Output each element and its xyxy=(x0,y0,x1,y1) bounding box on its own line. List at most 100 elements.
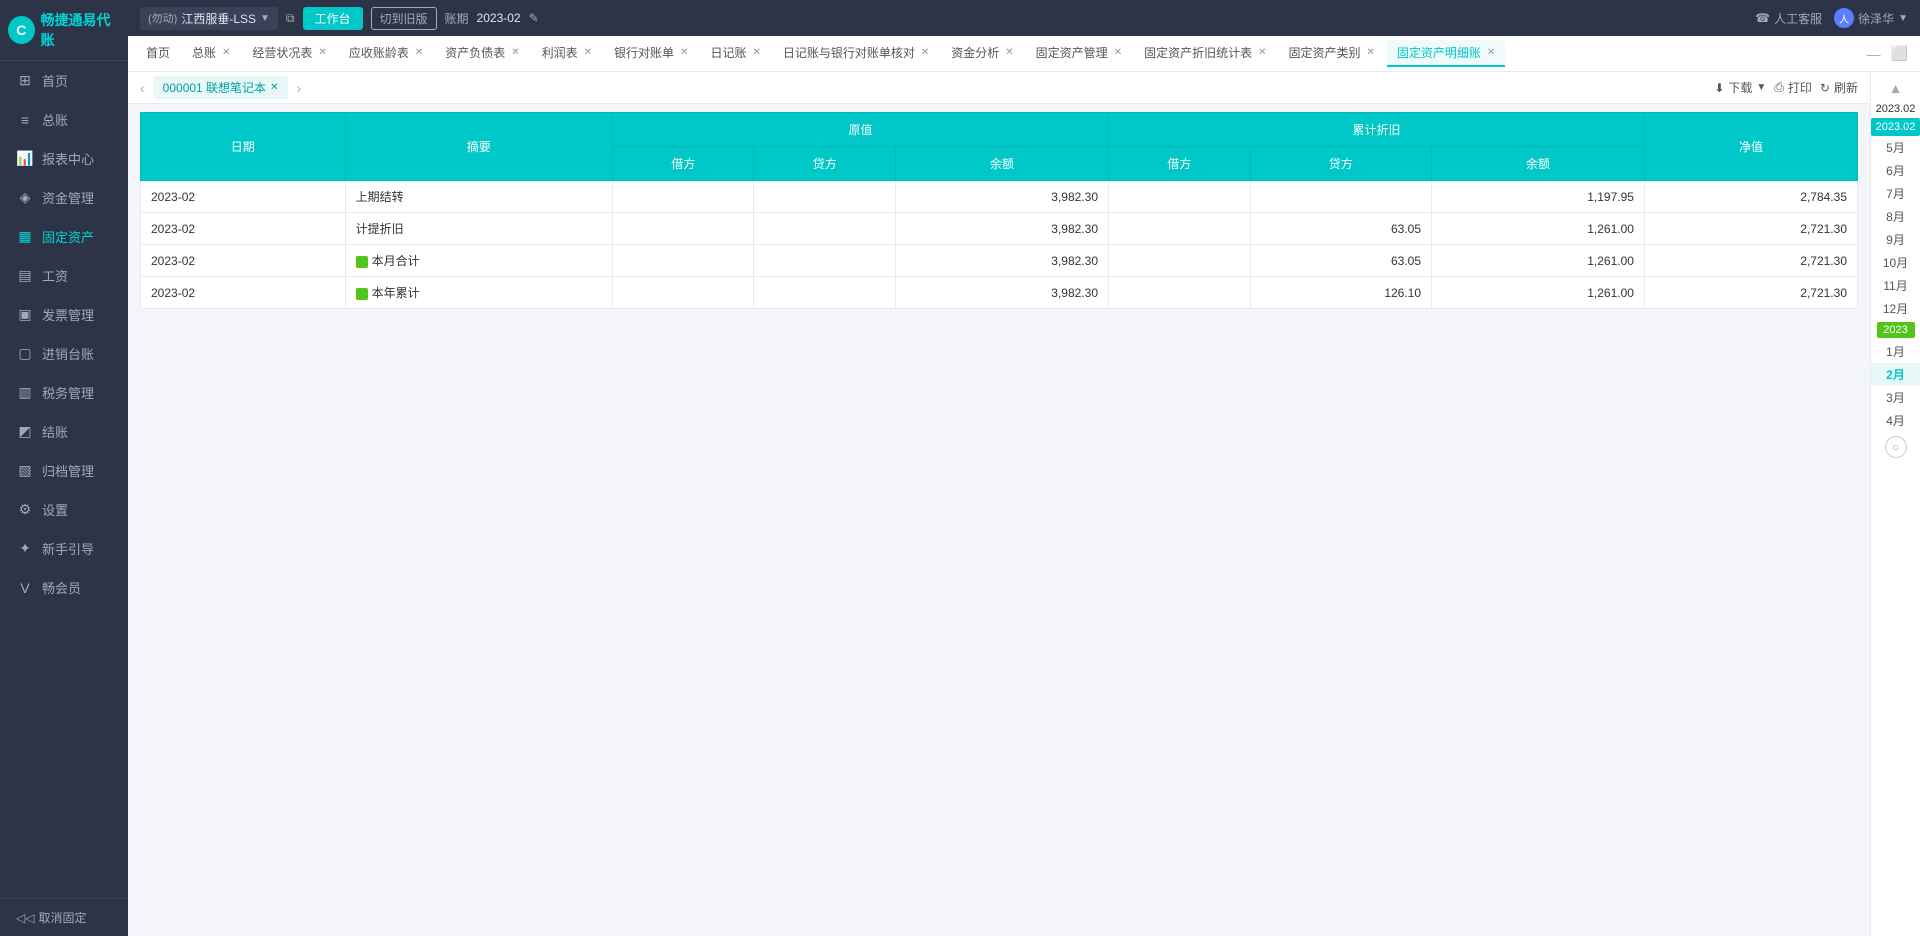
sidebar-item-tax[interactable]: ▥ 税务管理 xyxy=(0,373,128,412)
month-5[interactable]: 5月 xyxy=(1871,136,1920,159)
month-4[interactable]: 4月 xyxy=(1871,409,1920,432)
copy-icon[interactable]: ⧉ xyxy=(286,11,295,26)
sidebar-item-general[interactable]: ≡ 总账 xyxy=(0,100,128,139)
cell-desc-1: 计提折旧 xyxy=(345,213,612,245)
tab-journal-bank-close[interactable]: ✕ xyxy=(921,47,929,58)
invoice-icon: ▣ xyxy=(16,306,34,324)
cell-net-0: 2,784.35 xyxy=(1644,181,1857,213)
tab-profit-close[interactable]: ✕ xyxy=(584,47,592,58)
tab-assets[interactable]: 资产负债表 ✕ xyxy=(435,40,529,67)
month-1[interactable]: 1月 xyxy=(1871,340,1920,363)
sidebar-item-capital[interactable]: ◈ 资金管理 xyxy=(0,178,128,217)
download-icon: ⬇ xyxy=(1714,81,1724,95)
sidebar-item-payroll[interactable]: ▤ 工资 xyxy=(0,256,128,295)
tab-fixed-cat-close[interactable]: ✕ xyxy=(1367,47,1375,58)
unpin-button[interactable]: ◁◁ 取消固定 xyxy=(0,898,128,936)
download-button[interactable]: ⬇ 下载 ▼ xyxy=(1714,79,1766,96)
tab-fixed-mgmt-close[interactable]: ✕ xyxy=(1114,47,1122,58)
tab-fixed-mgmt[interactable]: 固定资产管理 ✕ xyxy=(1026,40,1132,67)
period-edit-icon[interactable]: ✎ xyxy=(529,11,539,25)
period-label: 账期 xyxy=(445,10,469,27)
tab-bank[interactable]: 银行对账单 ✕ xyxy=(604,40,698,67)
month-9[interactable]: 9月 xyxy=(1871,228,1920,251)
tab-fixed-dep-close[interactable]: ✕ xyxy=(1258,47,1266,58)
print-button[interactable]: ⎙ 打印 xyxy=(1774,79,1812,96)
tab-window-max[interactable]: ⬜ xyxy=(1887,45,1912,62)
tab-journal[interactable]: 日记账 ✕ xyxy=(700,40,770,67)
switch-button[interactable]: 切到旧版 xyxy=(371,7,437,30)
sidebar-item-label: 总账 xyxy=(42,110,68,129)
breadcrumb-text: 000001 联想笔记本 xyxy=(163,79,266,96)
right-panel-circle-btn[interactable]: ○ xyxy=(1885,436,1907,458)
company-selector[interactable]: (勿动) 江西服垂-LSS ▼ xyxy=(140,7,278,30)
sidebar-item-close[interactable]: ◩ 结账 xyxy=(0,412,128,451)
sidebar-item-settings[interactable]: ⚙ 设置 xyxy=(0,490,128,529)
tab-fixed-mgmt-label: 固定资产管理 xyxy=(1036,44,1108,61)
month-2[interactable]: 2月 xyxy=(1871,363,1920,386)
tab-fixed-cat[interactable]: 固定资产类别 ✕ xyxy=(1278,40,1384,67)
subnav-actions: ⬇ 下载 ▼ ⎙ 打印 ↻ 刷新 xyxy=(1714,79,1858,96)
tab-fixed-detail[interactable]: 固定资产明细账 ✕ xyxy=(1387,40,1505,67)
tab-general-close[interactable]: ✕ xyxy=(222,47,230,58)
sidebar-item-archive[interactable]: ▧ 归档管理 xyxy=(0,451,128,490)
tab-receivable-label: 应收账龄表 xyxy=(349,44,409,61)
th-net: 净值 xyxy=(1644,113,1857,181)
subnav: ‹ 000001 联想笔记本 ✕ › ⬇ 下载 ▼ ⎙ 打印 xyxy=(128,72,1870,104)
sidebar-item-label: 进销台账 xyxy=(42,344,94,363)
month-7[interactable]: 7月 xyxy=(1871,182,1920,205)
cell-dep-debit-2 xyxy=(1109,245,1251,277)
tab-capital-close[interactable]: ✕ xyxy=(1005,47,1013,58)
tab-operation-close[interactable]: ✕ xyxy=(318,47,326,58)
tab-fixed-dep-label: 固定资产折旧统计表 xyxy=(1144,44,1252,61)
right-panel-date-1[interactable]: 2023.02 xyxy=(1871,100,1920,118)
tab-fixed-detail-label: 固定资产明细账 xyxy=(1397,44,1481,61)
workbench-button[interactable]: 工作台 xyxy=(303,7,363,30)
avatar-icon: 人 xyxy=(1834,8,1854,28)
table-row: 2023-02 计提折旧 3,982.30 63.05 1,261.00 2,7… xyxy=(141,213,1858,245)
tab-general[interactable]: 总账 ✕ xyxy=(182,40,240,67)
sidebar-item-label: 资金管理 xyxy=(42,188,94,207)
refresh-button[interactable]: ↻ 刷新 xyxy=(1820,79,1858,96)
cell-dep-debit-0 xyxy=(1109,181,1251,213)
tab-window-min[interactable]: — xyxy=(1863,46,1885,62)
subnav-forward-arrow[interactable]: › xyxy=(296,80,301,96)
tab-assets-close[interactable]: ✕ xyxy=(511,47,519,58)
sidebar-item-guide[interactable]: ✦ 新手引导 xyxy=(0,529,128,568)
tab-fixed-detail-close[interactable]: ✕ xyxy=(1487,47,1495,58)
month-11[interactable]: 11月 xyxy=(1871,274,1920,297)
tab-bank-close[interactable]: ✕ xyxy=(680,47,688,58)
table-row: 2023-02 上期结转 3,982.30 1,197.95 2,784.35 xyxy=(141,181,1858,213)
th-dep-balance: 余额 xyxy=(1432,147,1645,181)
user-profile[interactable]: 人 徐泽华 ▼ xyxy=(1834,8,1908,28)
sidebar-item-sales[interactable]: ▢ 进销台账 xyxy=(0,334,128,373)
breadcrumb-close-icon[interactable]: ✕ xyxy=(270,82,278,93)
tab-operation[interactable]: 经营状况表 ✕ xyxy=(242,40,336,67)
topbar-right: ☎ 人工客服 人 徐泽华 ▼ xyxy=(1755,8,1908,28)
tab-fixed-cat-label: 固定资产类别 xyxy=(1288,44,1360,61)
tab-profit[interactable]: 利润表 ✕ xyxy=(532,40,602,67)
tab-fixed-dep[interactable]: 固定资产折旧统计表 ✕ xyxy=(1134,40,1276,67)
tab-capital[interactable]: 资金分析 ✕ xyxy=(941,40,1023,67)
tab-home[interactable]: 首页 xyxy=(136,40,180,67)
sidebar-item-invoice[interactable]: ▣ 发票管理 xyxy=(0,295,128,334)
tab-journal-close[interactable]: ✕ xyxy=(752,47,760,58)
month-8[interactable]: 8月 xyxy=(1871,205,1920,228)
sidebar-item-home[interactable]: ⊞ 首页 xyxy=(0,61,128,100)
sidebar-item-member[interactable]: V 畅会员 xyxy=(0,568,128,607)
tab-receivable[interactable]: 应收账龄表 ✕ xyxy=(339,40,433,67)
print-icon: ⎙ xyxy=(1774,80,1784,95)
month-12[interactable]: 12月 xyxy=(1871,297,1920,320)
subnav-back-arrow[interactable]: ‹ xyxy=(140,80,145,96)
human-service-button[interactable]: ☎ 人工客服 xyxy=(1755,10,1822,27)
month-6[interactable]: 6月 xyxy=(1871,159,1920,182)
right-panel-up-arrow[interactable]: ▲ xyxy=(1885,76,1907,100)
right-panel-date-2[interactable]: 2023.02 xyxy=(1871,118,1920,136)
tab-journal-bank[interactable]: 日记账与银行对账单核对 ✕ xyxy=(773,40,939,67)
tab-receivable-close[interactable]: ✕ xyxy=(415,47,423,58)
month-10[interactable]: 10月 xyxy=(1871,251,1920,274)
sidebar-item-reports[interactable]: 📊 报表中心 xyxy=(0,139,128,178)
sidebar-item-fixed[interactable]: ▦ 固定资产 xyxy=(0,217,128,256)
month-3[interactable]: 3月 xyxy=(1871,386,1920,409)
th-orig-debit: 借方 xyxy=(612,147,754,181)
subnav-breadcrumb: 000001 联想笔记本 ✕ xyxy=(153,76,289,99)
